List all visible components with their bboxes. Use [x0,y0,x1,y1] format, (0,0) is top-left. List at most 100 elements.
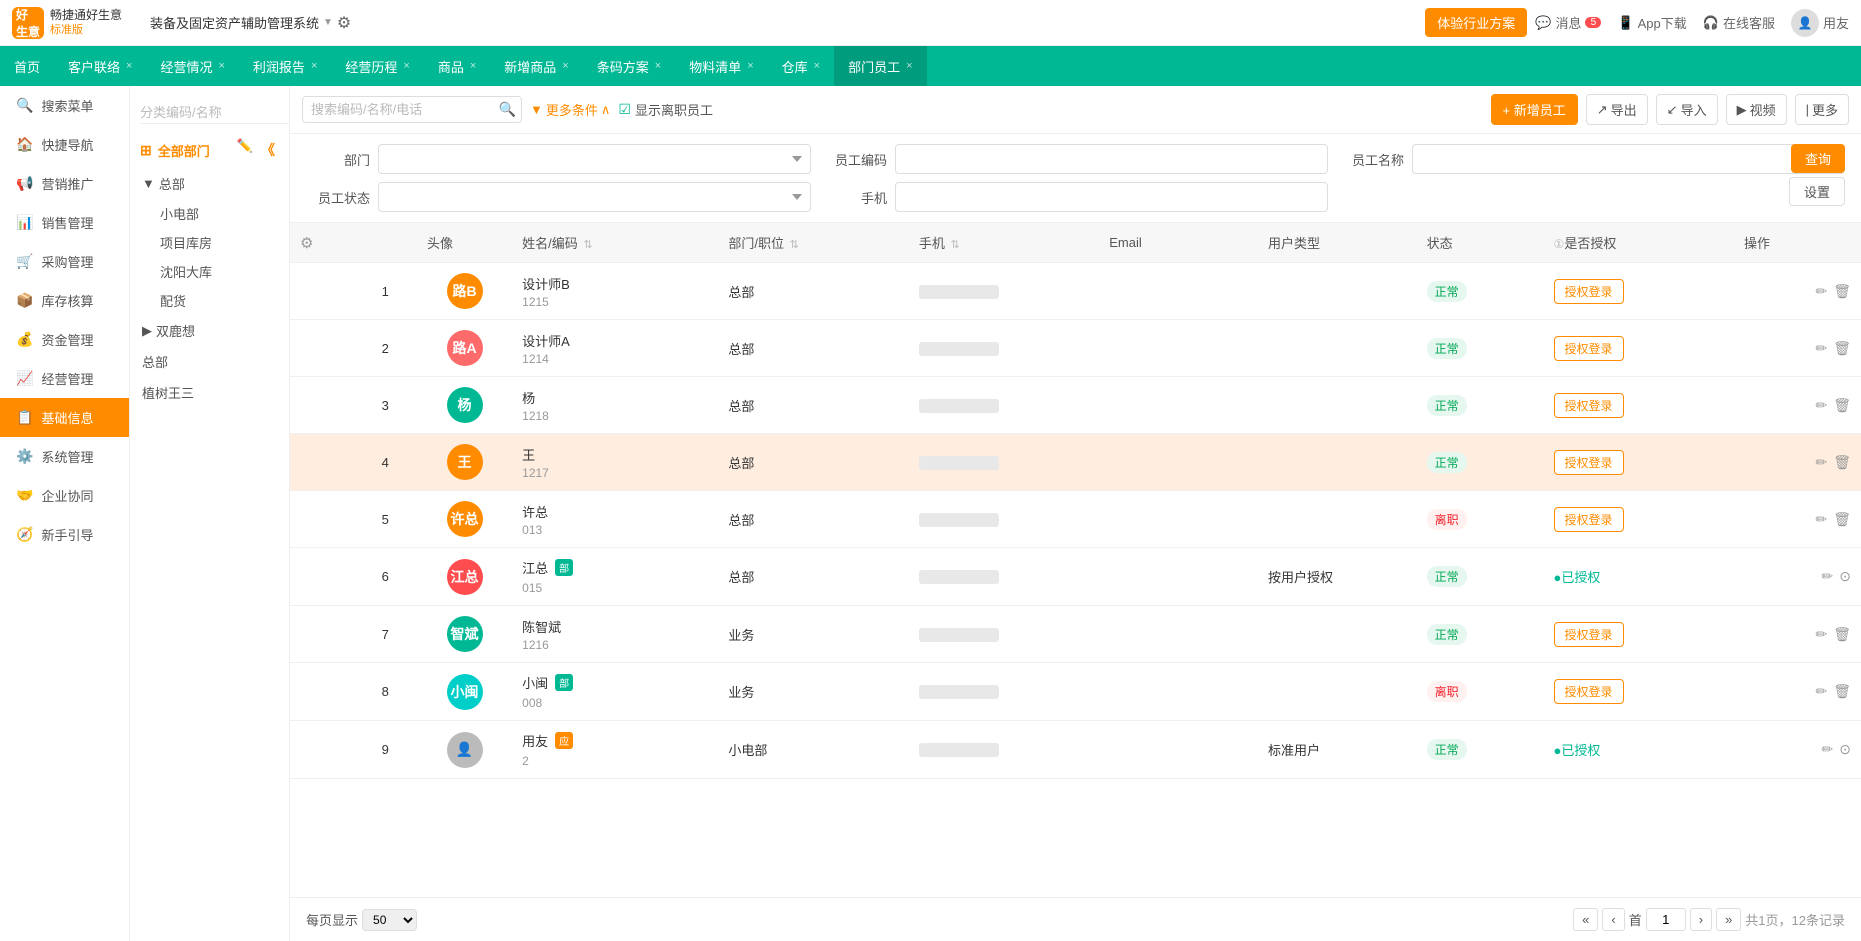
delete-btn[interactable]: 🗑 [1833,397,1851,414]
dept-child-shenyang[interactable]: 沈阳大库 [130,257,289,286]
tab-warehouse-close[interactable]: × [814,60,820,72]
sidebar-item-collab[interactable]: 🤝 企业协同 [0,476,129,515]
dept-child-peihuo[interactable]: 配货 [130,286,289,315]
dept-collapse-btn[interactable]: 《 [257,138,279,162]
dept-item-headquarter[interactable]: ▼ 总部 [130,168,289,199]
tab-profit-close[interactable]: × [311,60,317,72]
edit-btn[interactable]: ✏ [1815,397,1827,414]
sidebar-item-guide[interactable]: 🧭 新手引导 [0,515,129,554]
edit-btn[interactable]: ✏ [1815,454,1827,471]
sidebar-item-marketing[interactable]: 📢 营销推广 [0,164,129,203]
tab-bom-close[interactable]: × [747,60,753,72]
dept-child-project[interactable]: 项目库房 [130,228,289,257]
edit-btn[interactable]: ✏ [1815,283,1827,300]
tab-staff[interactable]: 部门员工 × [834,46,926,86]
edit-btn[interactable]: ✏ [1815,340,1827,357]
last-page-btn[interactable]: » [1716,908,1741,931]
auth-info-icon[interactable]: ① [1554,237,1565,251]
tab-barcode[interactable]: 条码方案 × [583,46,675,86]
search-btn[interactable]: 🔍 [499,101,516,118]
tab-goods[interactable]: 商品 × [424,46,490,86]
filter-dept-select[interactable] [378,144,811,174]
copy-btn[interactable]: ⊙ [1839,741,1851,758]
delete-btn[interactable]: 🗑 [1833,511,1851,528]
show-resigned-checkbox[interactable]: ☑ 显示离职员工 [618,100,713,119]
dept-item-zhishu[interactable]: 植树王三 [130,377,289,408]
tab-goods-close[interactable]: × [470,60,476,72]
filter-status-select[interactable] [378,182,811,212]
tab-profit[interactable]: 利润报告 × [239,46,331,86]
reset-btn[interactable]: 设置 [1789,177,1845,206]
sidebar-item-inventory[interactable]: 📦 库存核算 [0,281,129,320]
search-input[interactable] [302,96,522,123]
import-btn[interactable]: ↙ 导入 [1656,94,1718,125]
dept-child-xiaodian[interactable]: 小电部 [130,199,289,228]
tab-barcode-close[interactable]: × [655,60,661,72]
dept-item-zongbu[interactable]: 总部 [130,346,289,377]
edit-btn[interactable]: ✏ [1822,568,1834,585]
more-btn[interactable]: | 更多 [1795,94,1849,125]
tab-history-close[interactable]: × [403,60,409,72]
edit-btn[interactable]: ✏ [1815,626,1827,643]
prev-page-btn[interactable]: ‹ [1602,908,1624,931]
filter-empname-input[interactable] [1412,144,1845,174]
dept-sort-icon[interactable]: ⇅ [790,239,799,251]
auth-btn[interactable]: 授权登录 [1554,507,1624,532]
phone-sort-icon[interactable]: ⇅ [950,239,959,251]
more-filter-btn[interactable]: ▼ 更多条件 ∧ [530,100,610,119]
name-sort-icon[interactable]: ⇅ [583,239,592,251]
sidebar-item-operation[interactable]: 📈 经营管理 [0,359,129,398]
experience-btn[interactable]: 体验行业方案 [1425,8,1527,37]
message-btn[interactable]: 💬 消息 5 [1535,13,1601,32]
col-phone-header[interactable]: 手机 ⇅ [909,223,1099,263]
edit-btn[interactable]: ✏ [1815,683,1827,700]
add-employee-btn[interactable]: + 新增员工 [1491,94,1578,125]
tab-customer-close[interactable]: × [126,60,132,72]
tab-add-goods[interactable]: 新增商品 × [490,46,582,86]
sidebar-item-nav[interactable]: 🏠 快捷导航 [0,125,129,164]
settings-icon[interactable]: ⚙ [337,13,351,33]
tab-operation[interactable]: 经营情况 × [146,46,238,86]
sidebar-item-finance[interactable]: 💰 资金管理 [0,320,129,359]
delete-btn[interactable]: 🗑 [1833,454,1851,471]
auth-btn[interactable]: 授权登录 [1554,393,1624,418]
col-settings-header[interactable]: ⚙ [290,223,353,263]
per-page-select[interactable]: 50 100 [362,909,417,931]
next-page-btn[interactable]: › [1690,908,1712,931]
sidebar-item-basic[interactable]: 📋 基础信息 [0,398,129,437]
edit-btn[interactable]: ✏ [1815,511,1827,528]
tab-home[interactable]: 首页 [0,46,54,86]
system-title-dropdown-icon[interactable]: ▼ [323,17,333,28]
dept-search-input[interactable] [140,102,290,124]
tab-operation-close[interactable]: × [218,60,224,72]
page-num-input[interactable] [1646,908,1686,931]
user-menu[interactable]: 👤 用友 [1791,9,1849,37]
video-btn[interactable]: ▶ 视频 [1726,94,1787,125]
auth-btn[interactable]: 授权登录 [1554,622,1624,647]
sidebar-item-purchase[interactable]: 🛒 采购管理 [0,242,129,281]
filter-empcode-input[interactable] [895,144,1328,174]
delete-btn[interactable]: 🗑 [1833,626,1851,643]
tab-warehouse[interactable]: 仓库 × [768,46,834,86]
auth-btn[interactable]: 授权登录 [1554,279,1624,304]
edit-btn[interactable]: ✏ [1822,741,1834,758]
query-btn[interactable]: 查询 [1791,144,1845,173]
table-settings-btn[interactable]: ⚙ [300,234,313,252]
tab-add-goods-close[interactable]: × [562,60,568,72]
delete-btn[interactable]: 🗑 [1833,283,1851,300]
sidebar-item-search[interactable]: 🔍 搜索菜单 [0,86,129,125]
filter-phone-input[interactable] [895,182,1328,212]
col-dept-header[interactable]: 部门/职位 ⇅ [718,223,908,263]
col-name-header[interactable]: 姓名/编码 ⇅ [512,223,718,263]
delete-btn[interactable]: 🗑 [1833,340,1851,357]
tab-staff-close[interactable]: × [906,60,912,72]
copy-btn[interactable]: ⊙ [1839,568,1851,585]
sidebar-item-sales[interactable]: 📊 销售管理 [0,203,129,242]
tab-customer[interactable]: 客户联络 × [54,46,146,86]
dept-edit-icon[interactable]: ✏️ [237,138,253,162]
tab-history[interactable]: 经营历程 × [331,46,423,86]
auth-btn[interactable]: 授权登录 [1554,336,1624,361]
export-btn[interactable]: ↗ 导出 [1586,94,1648,125]
dept-item-shuanglu[interactable]: ▶ 双鹿想 [130,315,289,346]
online-service-btn[interactable]: 🎧 在线客服 [1703,13,1775,32]
